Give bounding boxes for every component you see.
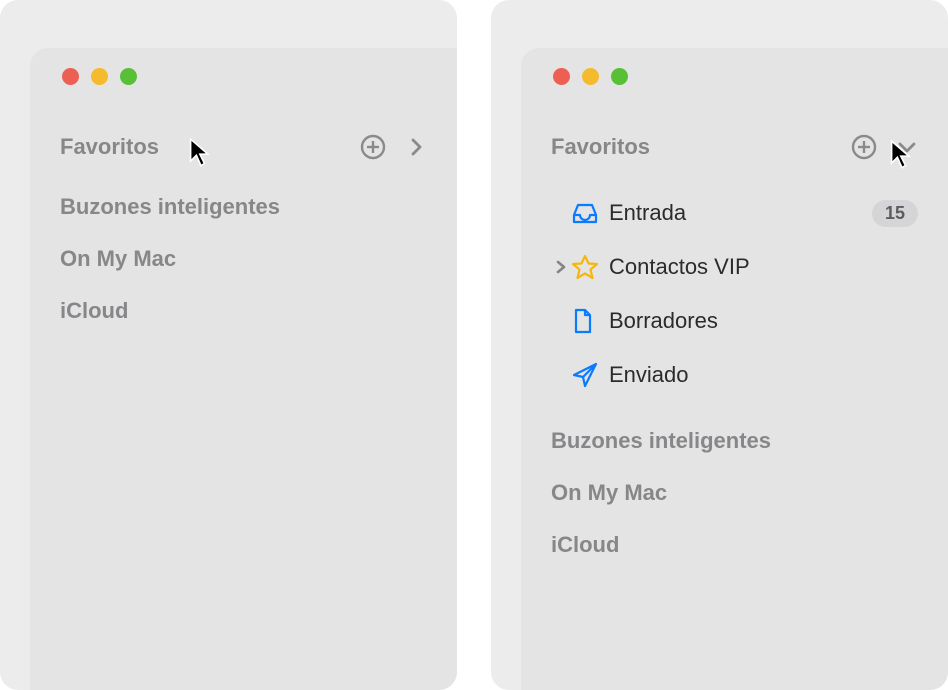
mailbox-drafts[interactable]: Borradores xyxy=(551,294,918,348)
section-header-smart-mailboxes[interactable]: Buzones inteligentes xyxy=(60,194,427,220)
fullscreen-window-button[interactable] xyxy=(611,68,628,85)
section-header-icloud[interactable]: iCloud xyxy=(60,298,427,324)
close-window-button[interactable] xyxy=(62,68,79,85)
mailbox-sent[interactable]: Enviado xyxy=(551,348,918,402)
fullscreen-window-button[interactable] xyxy=(120,68,137,85)
minimize-window-button[interactable] xyxy=(91,68,108,85)
close-window-button[interactable] xyxy=(553,68,570,85)
plus-icon[interactable] xyxy=(359,133,387,161)
mailbox-label: Borradores xyxy=(605,308,918,334)
document-icon xyxy=(571,307,605,335)
section-header-favorites[interactable]: Favoritos xyxy=(60,126,427,168)
plus-icon[interactable] xyxy=(850,133,878,161)
mailbox-label: Contactos VIP xyxy=(605,254,918,280)
section-label-favorites: Favoritos xyxy=(551,134,850,160)
star-icon xyxy=(571,253,605,281)
chevron-right-icon[interactable] xyxy=(405,136,427,158)
window-controls xyxy=(553,68,628,85)
section-header-smart-mailboxes[interactable]: Buzones inteligentes xyxy=(551,428,918,454)
section-header-on-my-mac[interactable]: On My Mac xyxy=(551,480,918,506)
sidebar-screenshot-expanded: Favoritos xyxy=(491,0,948,690)
section-header-favorites[interactable]: Favoritos xyxy=(551,126,918,168)
paper-plane-icon xyxy=(571,361,605,389)
section-label-favorites: Favoritos xyxy=(60,134,359,160)
section-header-on-my-mac[interactable]: On My Mac xyxy=(60,246,427,272)
chevron-down-icon[interactable] xyxy=(896,136,918,158)
mailbox-vip[interactable]: Contactos VIP xyxy=(551,240,918,294)
inbox-icon xyxy=(571,199,605,227)
section-header-icloud[interactable]: iCloud xyxy=(551,532,918,558)
window-controls xyxy=(62,68,137,85)
unread-badge: 15 xyxy=(872,200,918,227)
mailbox-label: Enviado xyxy=(605,362,918,388)
minimize-window-button[interactable] xyxy=(582,68,599,85)
mailbox-label: Entrada xyxy=(605,200,872,226)
sidebar-screenshot-collapsed: Favoritos Buzones inteligentes On My Mac xyxy=(0,0,457,690)
chevron-right-icon[interactable] xyxy=(551,260,571,274)
mailbox-inbox[interactable]: Entrada 15 xyxy=(551,186,918,240)
